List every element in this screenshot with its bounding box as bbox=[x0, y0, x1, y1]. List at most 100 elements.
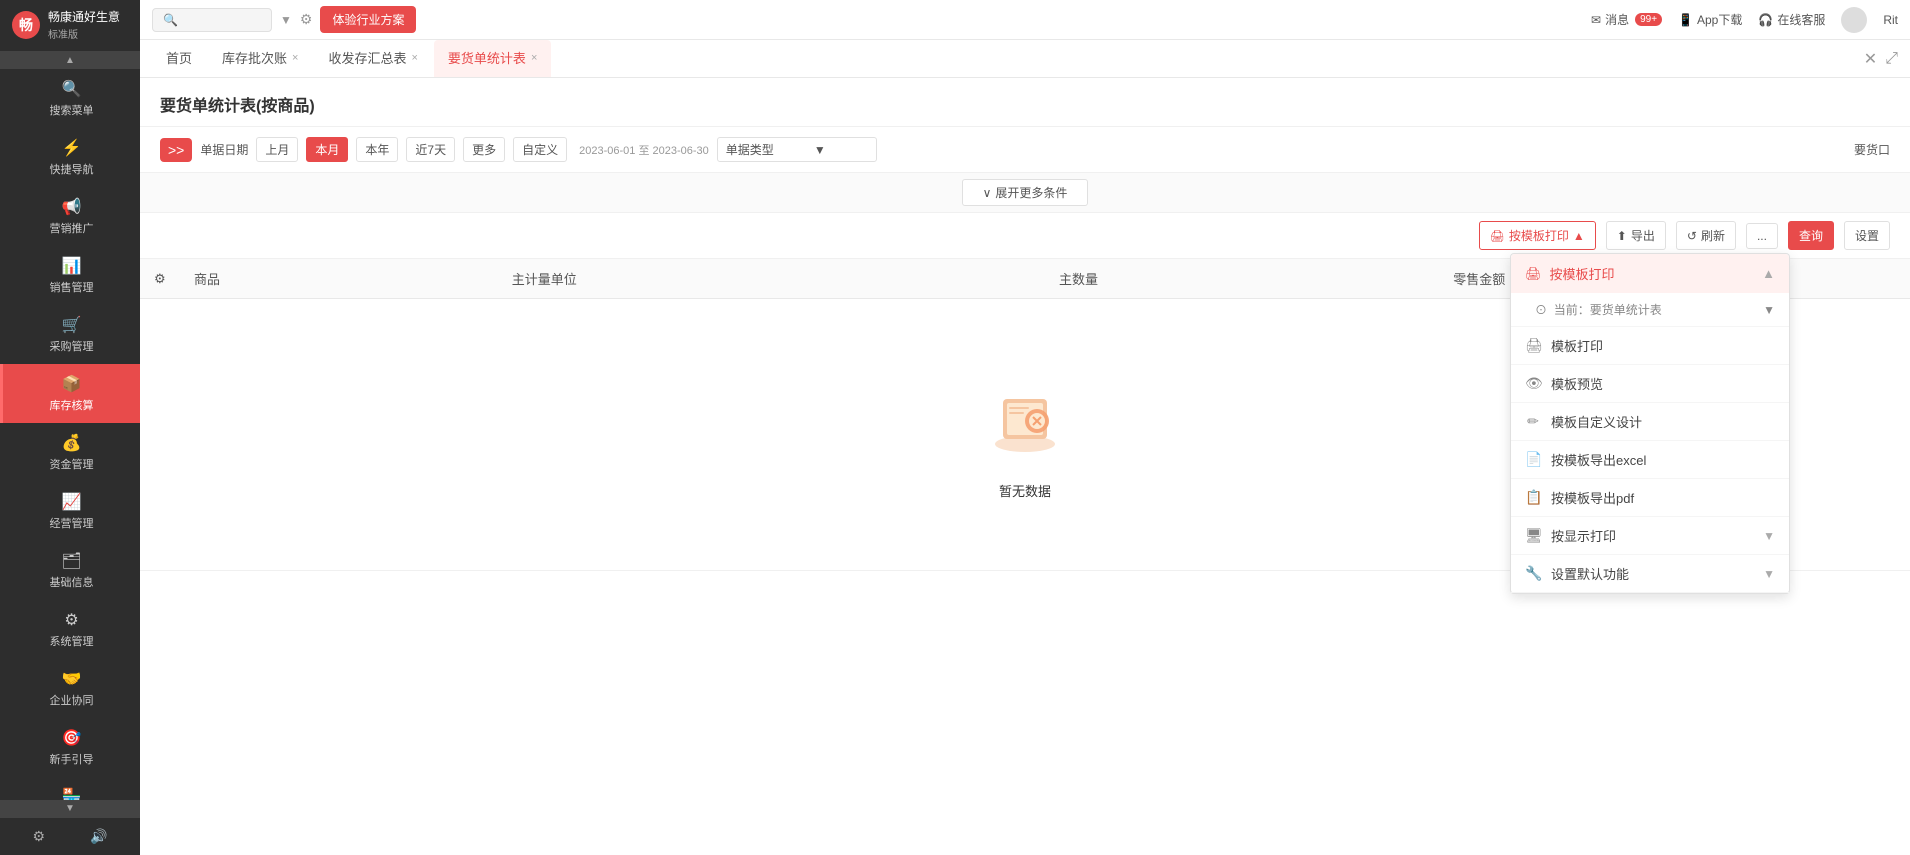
sidebar-item-sales[interactable]: 📊 销售管理 bbox=[0, 246, 140, 305]
sidebar-item-enterprise[interactable]: 🤝 企业协同 bbox=[0, 659, 140, 718]
inventory-icon: 📦 bbox=[62, 374, 82, 394]
th-settings[interactable]: ⚙ bbox=[140, 259, 180, 299]
dropdown-item-print[interactable]: 🖨 模板打印 bbox=[1511, 327, 1789, 365]
tab-summary-close[interactable]: × bbox=[411, 52, 417, 64]
export-button[interactable]: ⬆ 导出 bbox=[1606, 221, 1666, 250]
type-filter-select[interactable]: 单据类型 ▼ bbox=[717, 137, 877, 162]
dropdown-excel-icon: 📄 bbox=[1525, 451, 1541, 468]
sidebar-item-search-label: 搜索菜单 bbox=[50, 102, 94, 118]
expand-more-row: ∨ 展开更多条件 bbox=[140, 173, 1910, 213]
tab-expand-btn[interactable]: ⤢ bbox=[1885, 50, 1898, 68]
dropdown-item-export-pdf-label: 按模板导出pdf bbox=[1551, 488, 1634, 507]
sidebar-item-newbie-label: 新手引导 bbox=[50, 751, 94, 767]
dropdown-default-icon: 🔧 bbox=[1525, 565, 1541, 582]
online-service-group[interactable]: 🎧 在线客服 bbox=[1758, 11, 1825, 28]
dropdown-display-left: 🖥 按显示打印 bbox=[1525, 526, 1616, 545]
more-button[interactable]: ... bbox=[1746, 223, 1778, 249]
dropdown-default-left: 🔧 设置默认功能 bbox=[1525, 564, 1629, 583]
sidebar-item-marketing[interactable]: 📢 营销推广 bbox=[0, 187, 140, 246]
filter-right: 要货口 bbox=[1854, 141, 1890, 158]
date-filter-label: 单据日期 bbox=[200, 141, 248, 158]
dropdown-current-icon: ⊙ bbox=[1535, 303, 1547, 317]
empty-text: 暂无数据 bbox=[999, 481, 1051, 500]
sales-icon: 📊 bbox=[62, 256, 82, 276]
print-template-button[interactable]: 🖨 按模板打印 ▲ bbox=[1479, 221, 1596, 250]
date-btn-more[interactable]: 更多 bbox=[463, 137, 505, 162]
print-dropdown-menu: 🖨 按模板打印 ▲ ⊙ 当前：要货单统计表 ▼ 🖨 模板打印 bbox=[1510, 253, 1790, 594]
volume-icon[interactable]: 🔊 bbox=[90, 828, 107, 845]
sidebar-item-inventory[interactable]: 📦 库存核算 bbox=[0, 364, 140, 423]
dropdown-item-export-excel-label: 按模板导出excel bbox=[1551, 450, 1646, 469]
dropdown-item-export-pdf[interactable]: 📋 按模板导出pdf bbox=[1511, 479, 1789, 517]
dropdown-pdf-icon: 📋 bbox=[1525, 489, 1541, 506]
dropdown-item-custom-design[interactable]: ✏ 模板自定义设计 bbox=[1511, 403, 1789, 441]
highlight-button[interactable]: 体验行业方案 bbox=[320, 6, 416, 33]
tab-inventory-batch[interactable]: 库存批次账 × bbox=[208, 40, 312, 77]
filter-expand-button[interactable]: >> bbox=[160, 138, 192, 162]
tab-order-stats-close[interactable]: × bbox=[531, 52, 537, 64]
sidebar-item-operation[interactable]: 📈 经营管理 bbox=[0, 482, 140, 541]
sidebar-item-shortcut[interactable]: ⚡ 快捷导航 bbox=[0, 128, 140, 187]
tab-order-stats[interactable]: 要货单统计表 × bbox=[434, 40, 551, 77]
settings-button[interactable]: 设置 bbox=[1844, 221, 1890, 250]
dropdown-item-preview[interactable]: 👁 模板预览 bbox=[1511, 365, 1789, 403]
user-name: Rit bbox=[1883, 13, 1898, 27]
dropdown-close-icon[interactable]: ▲ bbox=[1762, 266, 1775, 281]
query-button[interactable]: 查询 bbox=[1788, 221, 1834, 250]
date-range-display: 2023-06-01 至 2023-06-30 bbox=[579, 142, 709, 158]
th-quantity: 主数量 bbox=[1045, 259, 1439, 299]
enterprise-icon: 🤝 bbox=[62, 669, 82, 689]
top-bar: 🔍 ▼ ⚙ 体验行业方案 ✉ 消息 99+ 📱 App下载 🎧 在线客服 Rit bbox=[140, 0, 1910, 40]
top-bar-dropdown-arrow[interactable]: ▼ bbox=[280, 13, 292, 27]
tab-order-stats-label: 要货单统计表 bbox=[448, 48, 526, 67]
dropdown-print-icon: 🖨 bbox=[1525, 266, 1542, 282]
tab-summary[interactable]: 收发存汇总表 × bbox=[314, 40, 431, 77]
date-btn-this-month[interactable]: 本月 bbox=[306, 137, 348, 162]
tab-inventory-batch-close[interactable]: × bbox=[292, 52, 298, 64]
message-group[interactable]: ✉ 消息 99+ bbox=[1591, 11, 1662, 28]
sidebar-item-purchase[interactable]: 🛒 采购管理 bbox=[0, 305, 140, 364]
sidebar-item-finance[interactable]: 💰 资金管理 bbox=[0, 423, 140, 482]
sidebar-item-appstore[interactable]: 🏪 应用中心 bbox=[0, 777, 140, 800]
dropdown-item-default-setting[interactable]: 🔧 设置默认功能 ▼ bbox=[1511, 555, 1789, 593]
date-btn-this-year[interactable]: 本年 bbox=[356, 137, 398, 162]
sidebar-item-basic[interactable]: 🗂 基础信息 bbox=[0, 541, 140, 600]
settings-bottom-icon[interactable]: ⚙ bbox=[33, 828, 46, 845]
sidebar-item-newbie[interactable]: 🎯 新手引导 bbox=[0, 718, 140, 777]
sidebar-item-system[interactable]: ⚙ 系统管理 bbox=[0, 600, 140, 659]
phone-icon: 📱 bbox=[1678, 13, 1693, 27]
dropdown-title: 按模板打印 bbox=[1550, 264, 1615, 283]
top-search[interactable]: 🔍 bbox=[152, 8, 272, 32]
sidebar-item-enterprise-label: 企业协同 bbox=[50, 692, 94, 708]
content-area: 要货单统计表(按商品) >> 单据日期 上月 本月 本年 近7天 更多 自定义 … bbox=[140, 78, 1910, 855]
sidebar-nav: 🔍 搜索菜单 ⚡ 快捷导航 📢 营销推广 📊 销售管理 🛒 采购管理 📦 库存核… bbox=[0, 69, 140, 800]
tab-home[interactable]: 首页 bbox=[152, 40, 206, 77]
logo-name: 畅康通好生意 bbox=[48, 10, 120, 26]
search-icon: 🔍 bbox=[62, 79, 82, 99]
dropdown-header-left: 🖨 按模板打印 bbox=[1525, 264, 1615, 283]
sidebar-item-basic-label: 基础信息 bbox=[50, 574, 94, 590]
type-filter-label: 单据类型 bbox=[726, 141, 774, 158]
refresh-button[interactable]: ↺ 刷新 bbox=[1676, 221, 1736, 250]
date-btn-custom[interactable]: 自定义 bbox=[513, 137, 567, 162]
th-product: 商品 bbox=[180, 259, 498, 299]
app-download-group[interactable]: 📱 App下载 bbox=[1678, 11, 1742, 28]
page-title: 要货单统计表(按商品) bbox=[140, 78, 1910, 127]
date-btn-last-month[interactable]: 上月 bbox=[256, 137, 298, 162]
dropdown-item-default-setting-label: 设置默认功能 bbox=[1551, 564, 1629, 583]
avatar[interactable] bbox=[1841, 7, 1867, 33]
tab-close-btn[interactable]: ✕ bbox=[1864, 49, 1877, 69]
sidebar-scroll-down[interactable]: ▼ bbox=[0, 800, 140, 817]
dropdown-item-custom-design-label: 模板自定义设计 bbox=[1551, 412, 1642, 431]
sidebar-scroll-up[interactable]: ▲ bbox=[0, 52, 140, 69]
dropdown-item-display-print[interactable]: 🖥 按显示打印 ▼ bbox=[1511, 517, 1789, 555]
export-label: 导出 bbox=[1631, 227, 1655, 244]
type-filter-arrow: ▼ bbox=[814, 143, 826, 157]
date-btn-7days[interactable]: 近7天 bbox=[406, 137, 455, 162]
dropdown-item-export-excel[interactable]: 📄 按模板导出excel bbox=[1511, 441, 1789, 479]
top-bar-gear-icon[interactable]: ⚙ bbox=[300, 11, 313, 28]
expand-icon: ∨ bbox=[983, 186, 992, 200]
expand-more-button[interactable]: ∨ 展开更多条件 bbox=[962, 179, 1089, 206]
sidebar-item-inventory-label: 库存核算 bbox=[50, 397, 94, 413]
sidebar-item-search[interactable]: 🔍 搜索菜单 bbox=[0, 69, 140, 128]
